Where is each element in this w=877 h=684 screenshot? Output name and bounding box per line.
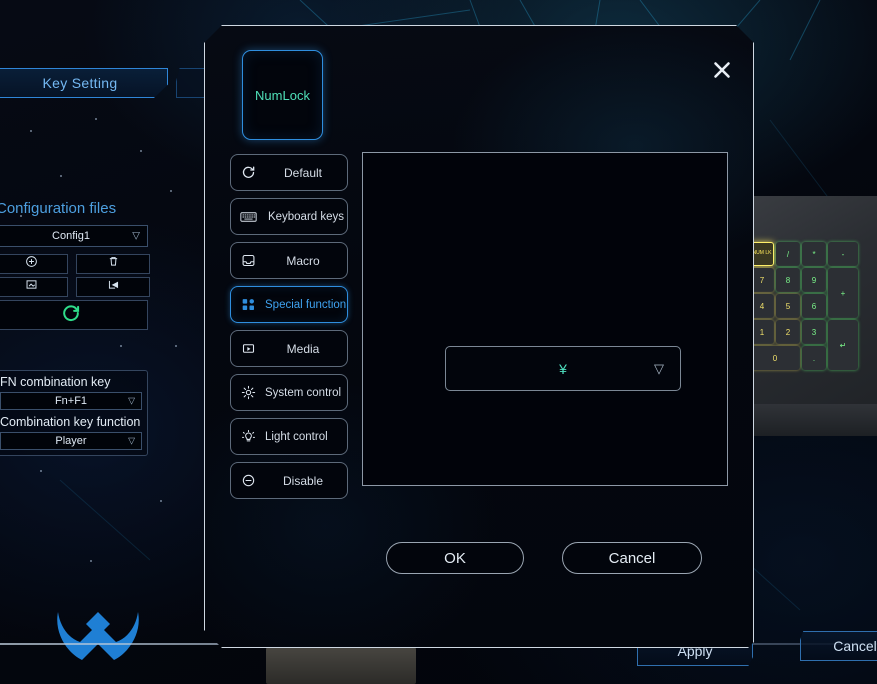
cancel-button-main[interactable]: Cancel bbox=[800, 631, 877, 661]
chevron-down-icon: ▽ bbox=[654, 360, 664, 376]
refresh-icon bbox=[61, 303, 81, 328]
key-assignment-dialog: NumLock Default Keyboard keys Macro Spec… bbox=[204, 25, 754, 648]
fn-combination-key-label: FN combination key bbox=[0, 375, 111, 389]
modal-cancel-button-label: Cancel bbox=[608, 549, 656, 567]
apps-grid-icon bbox=[231, 297, 265, 312]
combination-key-function-select[interactable]: Player ▽ bbox=[0, 432, 142, 450]
fn-combination-section: FN combination key Fn+F1 ▽ Combination k… bbox=[0, 370, 148, 456]
reset-config-button[interactable] bbox=[0, 300, 148, 330]
close-icon bbox=[709, 57, 735, 88]
chevron-down-icon: ▽ bbox=[128, 435, 135, 446]
lightbulb-icon bbox=[231, 429, 265, 444]
numpad-key: 2 bbox=[776, 320, 800, 344]
ok-button-label: OK bbox=[444, 549, 466, 567]
menu-item-system-control[interactable]: System control bbox=[230, 374, 348, 411]
menu-item-default-label: Default bbox=[283, 165, 323, 180]
numpad-key: * bbox=[802, 242, 826, 266]
macro-inbox-icon bbox=[231, 253, 265, 268]
numpad-key: / bbox=[776, 242, 800, 266]
numpad-key: + bbox=[828, 268, 858, 318]
selected-key-chip: NumLock bbox=[242, 50, 323, 140]
numpad-key: 6 bbox=[802, 294, 826, 318]
selected-key-label: NumLock bbox=[255, 87, 310, 103]
modal-cancel-button[interactable]: Cancel bbox=[562, 542, 702, 574]
fn-combination-key-value: Fn+F1 bbox=[54, 395, 88, 407]
trash-icon bbox=[107, 255, 120, 273]
numpad-key: . bbox=[802, 346, 826, 370]
menu-item-light-control-label: Light control bbox=[265, 430, 328, 443]
menu-item-special-function[interactable]: Special function bbox=[230, 286, 348, 323]
keyboard-icon bbox=[231, 211, 265, 223]
wrist-rest-image bbox=[266, 644, 416, 684]
ok-button[interactable]: OK bbox=[386, 542, 524, 574]
menu-item-disable[interactable]: Disable bbox=[230, 462, 348, 499]
tab-key-setting[interactable]: Key Setting bbox=[0, 68, 168, 98]
configuration-files-title: Configuration files bbox=[0, 200, 117, 217]
numpad-key: 5 bbox=[776, 294, 800, 318]
tab-key-setting-label: Key Setting bbox=[42, 75, 118, 91]
combination-key-function-label: Combination key function bbox=[0, 415, 141, 429]
menu-item-media[interactable]: Media bbox=[230, 330, 348, 367]
menu-item-light-control[interactable]: Light control bbox=[230, 418, 348, 455]
menu-item-media-label: Media bbox=[286, 341, 320, 356]
add-config-button[interactable] bbox=[0, 254, 68, 274]
config-file-select[interactable]: Config1 ▽ bbox=[0, 225, 148, 247]
config-file-value: Config1 bbox=[52, 230, 90, 242]
keyboard-device-image: NUM LK / * - 7 8 9 + 4 5 6 1 2 3 ↵ 0 . bbox=[740, 174, 877, 416]
cancel-button-main-label: Cancel bbox=[833, 638, 877, 654]
import-image-icon bbox=[25, 278, 38, 296]
brand-logo bbox=[57, 612, 139, 660]
numpad-key: ↵ bbox=[828, 320, 858, 370]
numpad-key: 0 bbox=[750, 346, 800, 370]
special-function-value: ¥ bbox=[559, 360, 567, 377]
minus-circle-icon bbox=[231, 473, 265, 488]
assignment-category-menu: Default Keyboard keys Macro Special func… bbox=[230, 154, 348, 506]
refresh-icon bbox=[231, 165, 265, 180]
numpad-keys: NUM LK / * - 7 8 9 + 4 5 6 1 2 3 ↵ 0 . bbox=[750, 242, 868, 388]
combination-key-function-value: Player bbox=[55, 435, 87, 447]
menu-item-default[interactable]: Default bbox=[230, 154, 348, 191]
left-config-panel: Key Setting Configuration files Config1 … bbox=[0, 0, 236, 684]
menu-item-special-function-label: Special function bbox=[265, 298, 347, 311]
numpad-key: 8 bbox=[776, 268, 800, 292]
numpad-key: 3 bbox=[802, 320, 826, 344]
menu-item-keyboard-keys-label: Keyboard keys bbox=[267, 210, 345, 223]
close-button[interactable] bbox=[707, 57, 737, 87]
menu-item-disable-label: Disable bbox=[282, 473, 324, 488]
menu-item-macro-label: Macro bbox=[286, 253, 320, 268]
import-config-button[interactable] bbox=[0, 277, 68, 297]
numpad-key: - bbox=[828, 242, 858, 266]
assignment-content-panel: ¥ ▽ bbox=[362, 152, 728, 486]
chevron-down-icon: ▽ bbox=[128, 395, 135, 406]
menu-item-system-control-label: System control bbox=[265, 386, 342, 399]
chevron-down-icon: ▽ bbox=[132, 230, 140, 242]
menu-item-macro[interactable]: Macro bbox=[230, 242, 348, 279]
plus-circle-icon bbox=[25, 255, 38, 273]
delete-config-button[interactable] bbox=[76, 254, 150, 274]
export-config-button[interactable] bbox=[76, 277, 150, 297]
gear-icon bbox=[231, 385, 265, 400]
fn-combination-key-select[interactable]: Fn+F1 ▽ bbox=[0, 392, 142, 410]
export-icon bbox=[107, 278, 120, 296]
special-function-select[interactable]: ¥ ▽ bbox=[445, 346, 681, 391]
numpad-key: 9 bbox=[802, 268, 826, 292]
menu-item-keyboard-keys[interactable]: Keyboard keys bbox=[230, 198, 348, 235]
media-play-icon bbox=[231, 341, 265, 356]
